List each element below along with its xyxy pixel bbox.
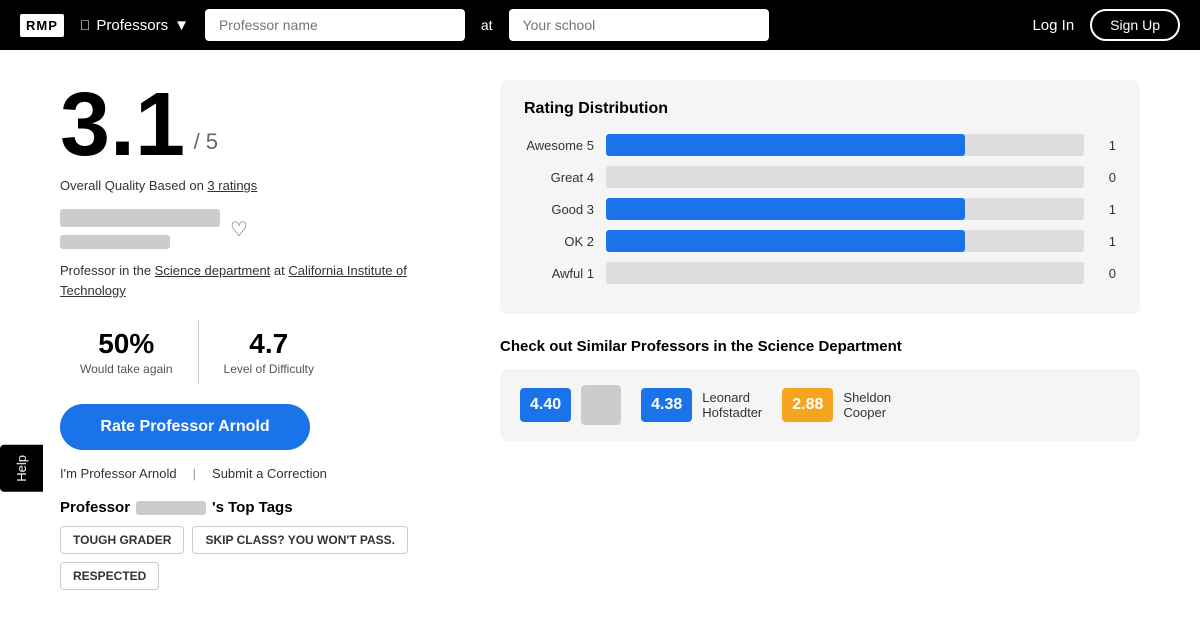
- signup-button[interactable]: Sign Up: [1090, 9, 1180, 41]
- similar-name-2: SheldonCooper: [843, 390, 891, 420]
- name-bookmark-row: ♡: [60, 209, 440, 249]
- level-difficulty-label: Level of Difficulty: [224, 362, 315, 376]
- dist-row-awesome: Awesome 5 1: [524, 134, 1116, 156]
- similar-avatar-0: [581, 385, 621, 425]
- dist-label-ok: OK 2: [524, 234, 594, 249]
- similar-score-2: 2.88: [782, 388, 833, 422]
- professor-subtitle-blurred: [60, 235, 170, 249]
- dist-bar-ok-fill: [606, 230, 965, 252]
- top-tags: TOUGH GRADER SKIP CLASS? YOU WON'T PASS.…: [60, 526, 440, 590]
- professor-name-blurred-2: [136, 501, 206, 515]
- dist-label-great: Great 4: [524, 170, 594, 185]
- dist-bar-ok-bg: [606, 230, 1084, 252]
- dist-label-awesome: Awesome 5: [524, 138, 594, 153]
- search-professor-input[interactable]: [205, 9, 465, 41]
- level-difficulty-stat: 4.7 Level of Difficulty: [204, 320, 335, 384]
- dist-row-awful: Awful 1 0: [524, 262, 1116, 284]
- rating-distribution-title: Rating Distribution: [524, 100, 1116, 118]
- dist-label-good: Good 3: [524, 202, 594, 217]
- similar-score-1: 4.38: [641, 388, 692, 422]
- dist-bar-awful-bg: [606, 262, 1084, 284]
- tag-respected: RESPECTED: [60, 562, 159, 590]
- dist-bar-good-bg: [606, 198, 1084, 220]
- rating-out-of: / 5: [194, 129, 218, 154]
- professor-desc: Professor in the Science department at C…: [60, 261, 440, 300]
- login-button[interactable]: Log In: [1032, 17, 1074, 34]
- dist-count-ok: 1: [1096, 234, 1116, 249]
- would-take-again-value: 50%: [80, 328, 173, 360]
- left-panel: 3.1 / 5 Overall Quality Based on 3 ratin…: [60, 80, 440, 590]
- apple-icon: : [80, 17, 91, 33]
- similar-score-0: 4.40: [520, 388, 571, 422]
- stats-row: 50% Would take again 4.7 Level of Diffic…: [60, 320, 440, 384]
- main-content: 3.1 / 5 Overall Quality Based on 3 ratin…: [0, 50, 1200, 620]
- similar-name-1: LeonardHofstadter: [702, 390, 762, 420]
- dist-bar-good-fill: [606, 198, 965, 220]
- tag-tough-grader: TOUGH GRADER: [60, 526, 184, 554]
- professors-menu-label: Professors: [96, 17, 168, 34]
- similar-prof-0[interactable]: 4.40: [520, 385, 621, 425]
- dist-count-good: 1: [1096, 202, 1116, 217]
- dist-label-awful: Awful 1: [524, 266, 594, 281]
- action-links: I'm Professor Arnold | Submit a Correcti…: [60, 466, 440, 481]
- navbar: RMP  Professors ▼ at Log In Sign Up: [0, 0, 1200, 50]
- professor-name-blurred: [60, 209, 220, 227]
- at-label: at: [481, 17, 493, 33]
- dist-bar-awesome-fill: [606, 134, 965, 156]
- similar-professors-title: Check out Similar Professors in the Scie…: [500, 338, 1140, 355]
- logo[interactable]: RMP: [20, 14, 64, 37]
- rate-professor-button[interactable]: Rate Professor Arnold: [60, 404, 310, 450]
- submit-correction-link[interactable]: Submit a Correction: [212, 466, 327, 481]
- similar-professors-box: 4.40 4.38 LeonardHofstadter 2.88 Sheldon…: [500, 369, 1140, 441]
- stat-divider: [198, 320, 199, 384]
- department-link[interactable]: Science department: [155, 263, 271, 278]
- tag-skip-class: SKIP CLASS? YOU WON'T PASS.: [192, 526, 408, 554]
- chevron-down-icon: ▼: [174, 17, 189, 34]
- dist-row-ok: OK 2 1: [524, 230, 1116, 252]
- right-panel: Rating Distribution Awesome 5 1 Great 4 …: [500, 80, 1140, 590]
- would-take-again-stat: 50% Would take again: [60, 320, 193, 384]
- im-professor-link[interactable]: I'm Professor Arnold: [60, 466, 177, 481]
- ratings-link[interactable]: 3 ratings: [207, 178, 257, 193]
- dist-row-good: Good 3 1: [524, 198, 1116, 220]
- help-button[interactable]: Help: [0, 445, 43, 492]
- overall-quality-label: Overall Quality Based on 3 ratings: [60, 178, 440, 193]
- dist-row-great: Great 4 0: [524, 166, 1116, 188]
- search-school-input[interactable]: [509, 9, 769, 41]
- overall-rating: 3.1: [60, 80, 185, 170]
- similar-prof-1[interactable]: 4.38 LeonardHofstadter: [641, 388, 762, 422]
- dist-count-great: 0: [1096, 170, 1116, 185]
- professors-menu[interactable]:  Professors ▼: [80, 17, 189, 34]
- would-take-again-label: Would take again: [80, 362, 173, 376]
- bookmark-icon[interactable]: ♡: [230, 217, 248, 242]
- dist-bar-awesome-bg: [606, 134, 1084, 156]
- action-links-divider: |: [193, 466, 196, 481]
- level-difficulty-value: 4.7: [224, 328, 315, 360]
- dist-count-awful: 0: [1096, 266, 1116, 281]
- rating-display: 3.1 / 5: [60, 80, 440, 170]
- similar-prof-2[interactable]: 2.88 SheldonCooper: [782, 388, 891, 422]
- rating-distribution-box: Rating Distribution Awesome 5 1 Great 4 …: [500, 80, 1140, 314]
- top-tags-title: Professor 's Top Tags: [60, 499, 440, 516]
- dist-bar-great-bg: [606, 166, 1084, 188]
- dist-count-awesome: 1: [1096, 138, 1116, 153]
